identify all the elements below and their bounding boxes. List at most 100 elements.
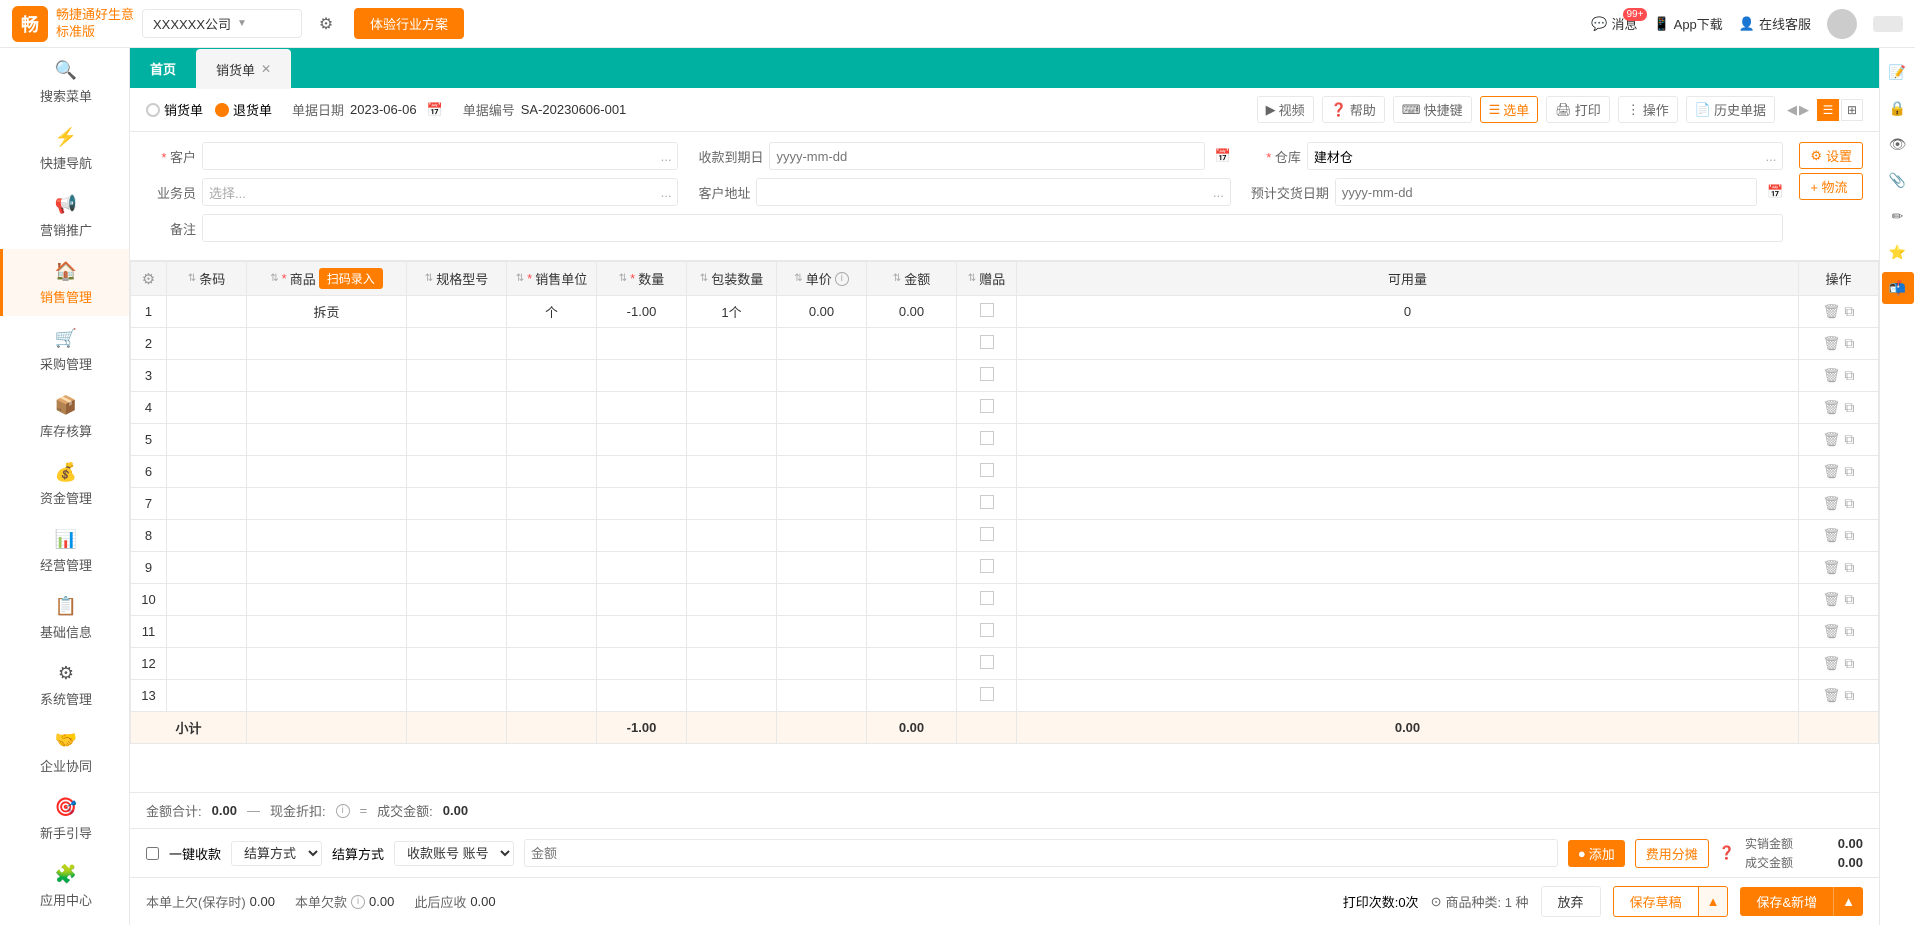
sidebar-item-system[interactable]: ⚙ 系统管理	[0, 651, 129, 718]
sidebar-item-operations[interactable]: 📊 经营管理	[0, 517, 129, 584]
operation-button[interactable]: ⋮ 操作	[1618, 96, 1678, 123]
delete-row-2-icon[interactable]: 🗑	[1823, 335, 1841, 352]
select-button[interactable]: ☰ 选单	[1480, 96, 1539, 123]
sidebar-item-sales[interactable]: 🏠 销售管理	[0, 249, 129, 316]
avatar[interactable]	[1827, 9, 1857, 39]
grid-view-icon[interactable]: ⊞	[1841, 99, 1863, 121]
right-panel-btn-4[interactable]: 📎	[1882, 164, 1914, 196]
copy-row-2-icon[interactable]: ⧉	[1844, 335, 1854, 352]
copy-row-4-icon[interactable]: ⧉	[1844, 399, 1854, 416]
amount-input[interactable]	[524, 839, 1558, 867]
sidebar-item-enterprise[interactable]: 🤝 企业协同	[0, 718, 129, 785]
sidebar-item-purchase[interactable]: 🛒 采购管理	[0, 316, 129, 383]
sidebar-item-wechat[interactable]: 💬 企业微信	[0, 919, 129, 925]
expense-split-button[interactable]: 费用分摊	[1635, 839, 1709, 868]
scan-button[interactable]: 扫码录入	[319, 268, 383, 289]
one-click-checkbox[interactable]	[146, 847, 159, 860]
delete-row-6-icon[interactable]: 🗑	[1823, 463, 1841, 480]
delete-row-10-icon[interactable]: 🗑	[1823, 591, 1841, 608]
prev-record-icon[interactable]: ◀	[1787, 102, 1797, 118]
expense-help-icon[interactable]: ❓	[1719, 845, 1735, 861]
gift-checkbox-1[interactable]	[980, 303, 994, 317]
right-panel-btn-6[interactable]: ⭐	[1882, 236, 1914, 268]
owed-info-icon[interactable]: i	[351, 895, 365, 909]
delete-row-5-icon[interactable]: 🗑	[1823, 431, 1841, 448]
sidebar-item-guide[interactable]: 🎯 新手引导	[0, 785, 129, 852]
copy-row-12-icon[interactable]: ⧉	[1844, 655, 1854, 672]
next-record-icon[interactable]: ▶	[1799, 102, 1809, 118]
delete-row-7-icon[interactable]: 🗑	[1823, 495, 1841, 512]
copy-row-3-icon[interactable]: ⧉	[1844, 367, 1854, 384]
calendar-icon[interactable]: 📅	[427, 102, 443, 118]
copy-row-6-icon[interactable]: ⧉	[1844, 463, 1854, 480]
right-panel-btn-5[interactable]: ✏	[1882, 200, 1914, 232]
history-button[interactable]: 📄 历史单据	[1686, 96, 1775, 123]
right-panel-btn-3[interactable]: 👁	[1882, 128, 1914, 160]
warehouse-input[interactable]: 建材仓 ...	[1307, 142, 1783, 170]
expected-date-calendar-icon[interactable]: 📅	[1767, 184, 1783, 200]
remark-input[interactable]	[202, 214, 1783, 242]
right-panel-btn-2[interactable]: 🔒	[1882, 92, 1914, 124]
gift-checkbox-5[interactable]	[980, 431, 994, 445]
copy-row-8-icon[interactable]: ⧉	[1844, 527, 1854, 544]
salesman-input[interactable]: 选择... ...	[202, 178, 678, 206]
copy-row-1-icon[interactable]: ⧉	[1844, 303, 1854, 320]
copy-row-5-icon[interactable]: ⧉	[1844, 431, 1854, 448]
delete-row-11-icon[interactable]: 🗑	[1823, 623, 1841, 640]
gift-checkbox-3[interactable]	[980, 367, 994, 381]
sidebar-item-basic-info[interactable]: 📋 基础信息	[0, 584, 129, 651]
sidebar-item-appstore[interactable]: 🧩 应用中心	[0, 852, 129, 919]
payment-date-calendar-icon[interactable]: 📅	[1215, 148, 1231, 164]
print-button[interactable]: 🖨 打印	[1546, 96, 1610, 123]
sidebar-item-marketing[interactable]: 📢 营销推广	[0, 182, 129, 249]
gift-checkbox-2[interactable]	[980, 335, 994, 349]
customer-address-input[interactable]: ...	[756, 178, 1230, 206]
expected-date-input[interactable]	[1335, 178, 1757, 206]
gift-checkbox-11[interactable]	[980, 623, 994, 637]
radio-return-order[interactable]: 退货单	[215, 100, 272, 119]
sidebar-item-inventory[interactable]: 📦 库存核算	[0, 383, 129, 450]
gift-checkbox-8[interactable]	[980, 527, 994, 541]
payment-date-input[interactable]	[769, 142, 1204, 170]
save-new-button[interactable]: 保存&新增	[1740, 887, 1833, 916]
sidebar-item-finance[interactable]: 💰 资金管理	[0, 450, 129, 517]
delete-row-4-icon[interactable]: 🗑	[1823, 399, 1841, 416]
gift-checkbox-4[interactable]	[980, 399, 994, 413]
delete-row-9-icon[interactable]: 🗑	[1823, 559, 1841, 576]
delete-row-3-icon[interactable]: 🗑	[1823, 367, 1841, 384]
set-button[interactable]: ⚙ 设置	[1799, 142, 1863, 169]
tab-home[interactable]: 首页	[130, 48, 196, 88]
video-button[interactable]: ▶ 视频	[1257, 96, 1314, 123]
copy-row-9-icon[interactable]: ⧉	[1844, 559, 1854, 576]
discard-button[interactable]: 放弃	[1541, 886, 1601, 917]
message-button[interactable]: 💬 消息 99+	[1591, 14, 1637, 33]
company-selector[interactable]: XXXXXX公司 ▼	[142, 9, 302, 38]
gift-checkbox-9[interactable]	[980, 559, 994, 573]
right-panel-btn-1[interactable]: 📝	[1882, 56, 1914, 88]
gift-checkbox-6[interactable]	[980, 463, 994, 477]
delete-row-12-icon[interactable]: 🗑	[1823, 655, 1841, 672]
add-payment-button[interactable]: ● 添加	[1568, 840, 1625, 867]
help-button[interactable]: ❓ 帮助	[1322, 96, 1385, 123]
shortcut-button[interactable]: ⌨ 快捷键	[1393, 96, 1472, 123]
discount-info-icon[interactable]: i	[336, 804, 350, 818]
delete-row-1-icon[interactable]: 🗑	[1823, 303, 1841, 320]
delete-row-8-icon[interactable]: 🗑	[1823, 527, 1841, 544]
gift-checkbox-7[interactable]	[980, 495, 994, 509]
copy-row-11-icon[interactable]: ⧉	[1844, 623, 1854, 640]
radio-sales-order[interactable]: 销货单	[146, 100, 203, 119]
list-view-icon[interactable]: ☰	[1817, 99, 1839, 121]
settlement-method-select[interactable]: 结算方式	[231, 841, 322, 866]
save-draft-button[interactable]: 保存草稿	[1613, 886, 1698, 917]
logistics-button[interactable]: + 物流	[1799, 173, 1863, 200]
delete-row-13-icon[interactable]: 🗑	[1823, 687, 1841, 704]
sidebar-item-search[interactable]: 🔍 搜索菜单	[0, 48, 129, 115]
th-gear[interactable]: ⚙	[131, 262, 167, 296]
settings-icon[interactable]: ⚙	[310, 8, 342, 40]
trial-button[interactable]: 体验行业方案	[354, 8, 464, 39]
online-service-button[interactable]: 👤 在线客服	[1739, 14, 1811, 33]
sidebar-item-nav[interactable]: ⚡ 快捷导航	[0, 115, 129, 182]
copy-row-7-icon[interactable]: ⧉	[1844, 495, 1854, 512]
app-download-button[interactable]: 📱 App下载	[1653, 14, 1722, 33]
customer-input[interactable]: ...	[202, 142, 678, 170]
